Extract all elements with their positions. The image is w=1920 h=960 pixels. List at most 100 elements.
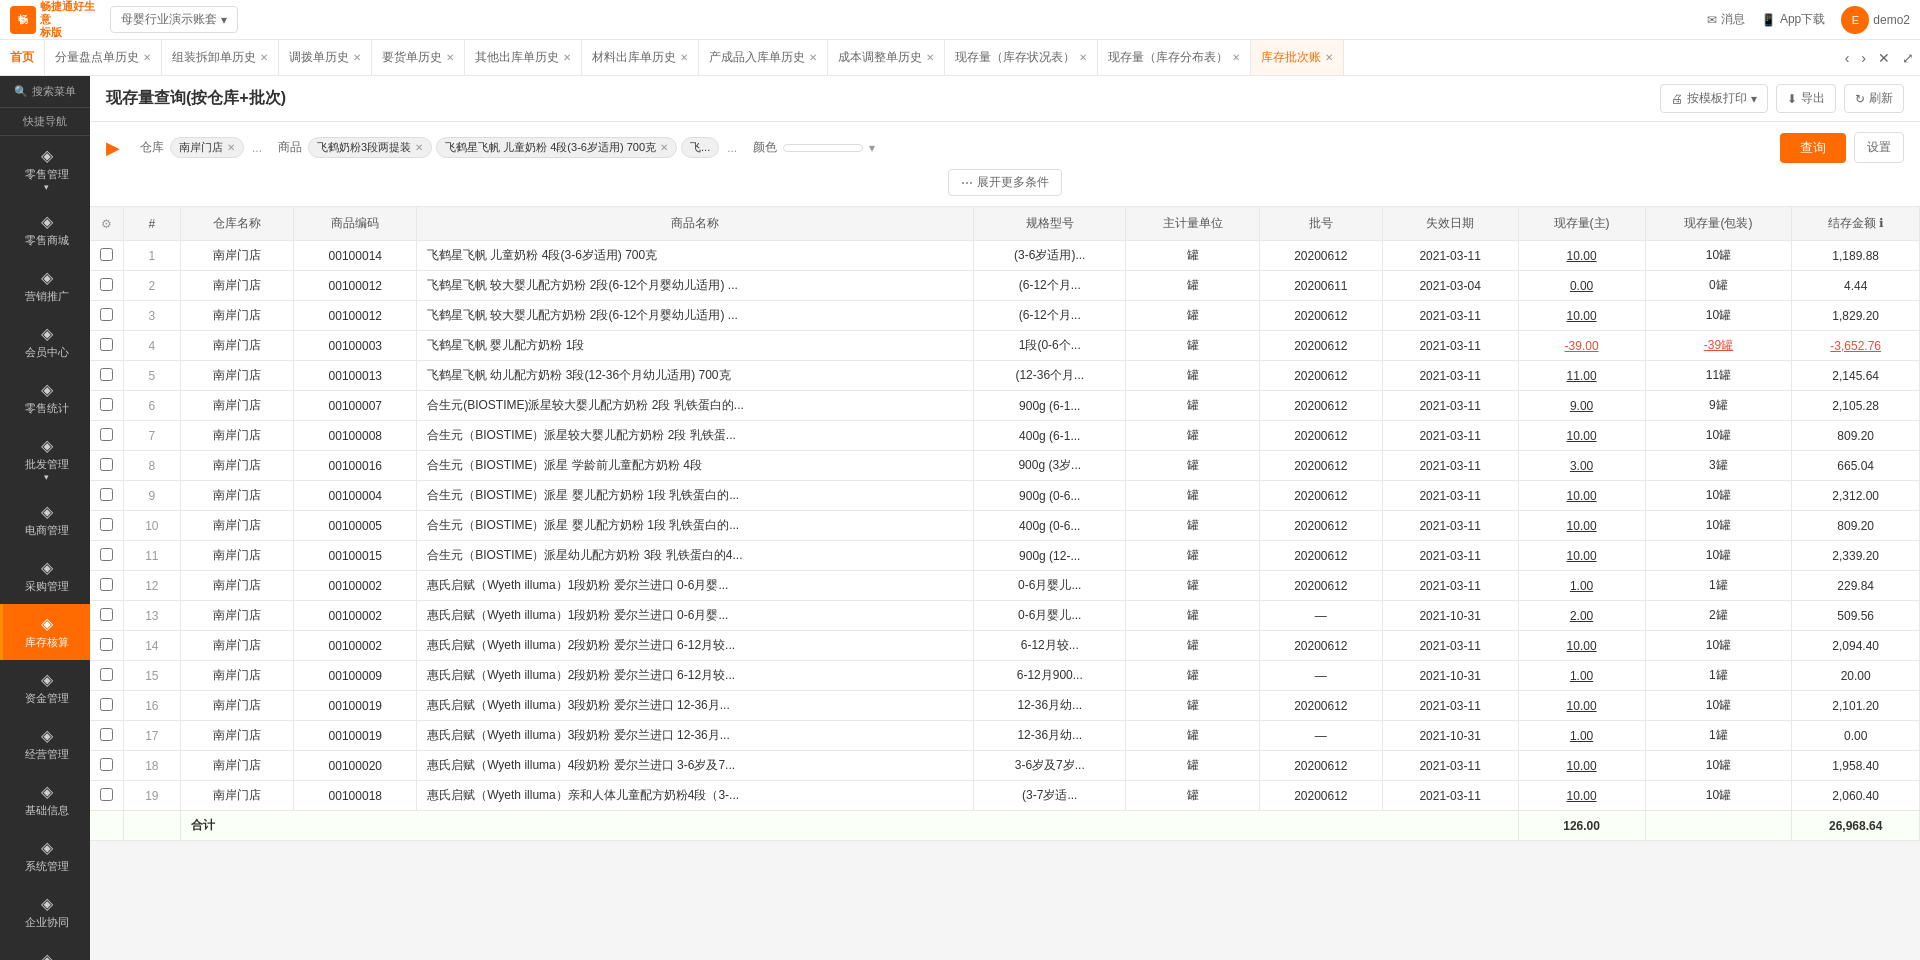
row-checkbox-14[interactable] [100, 668, 113, 681]
nav-tab-5[interactable]: 其他出库单历史✕ [465, 40, 582, 76]
cell-checkbox-17[interactable] [90, 751, 124, 781]
sidebar-item-14[interactable]: ◈ 新手引导 [0, 940, 90, 960]
cell-stock-main-17[interactable]: 10.00 [1518, 751, 1645, 781]
goods-tag-2[interactable]: 飞... [681, 137, 719, 158]
sidebar-item-8[interactable]: ◈ 库存核算 [0, 604, 90, 660]
sidebar-item-9[interactable]: ◈ 资金管理 [0, 660, 90, 716]
row-checkbox-8[interactable] [100, 488, 113, 501]
row-checkbox-15[interactable] [100, 698, 113, 711]
row-checkbox-5[interactable] [100, 398, 113, 411]
cell-checkbox-10[interactable] [90, 541, 124, 571]
nav-tab-close-4[interactable]: ✕ [446, 52, 454, 63]
sidebar-search[interactable]: 🔍 搜索菜单 [0, 76, 90, 108]
cell-checkbox-16[interactable] [90, 721, 124, 751]
cell-stock-main-10[interactable]: 10.00 [1518, 541, 1645, 571]
cell-checkbox-11[interactable] [90, 571, 124, 601]
goods-more-dots[interactable]: ... [723, 141, 741, 155]
nav-tab-close-9[interactable]: ✕ [1079, 52, 1087, 63]
cell-stock-main-3[interactable]: -39.00 [1518, 331, 1645, 361]
nav-tab-close-11[interactable]: ✕ [1325, 52, 1333, 63]
cell-stock-main-9[interactable]: 10.00 [1518, 511, 1645, 541]
row-checkbox-0[interactable] [100, 248, 113, 261]
sidebar-item-2[interactable]: ◈ 营销推广 [0, 258, 90, 314]
cell-checkbox-5[interactable] [90, 391, 124, 421]
cell-stock-main-12[interactable]: 2.00 [1518, 601, 1645, 631]
cell-checkbox-18[interactable] [90, 781, 124, 811]
setting-button[interactable]: 设置 [1854, 132, 1904, 163]
row-checkbox-10[interactable] [100, 548, 113, 561]
nav-tab-11[interactable]: 库存批次账✕ [1251, 40, 1344, 76]
cell-checkbox-15[interactable] [90, 691, 124, 721]
cell-checkbox-4[interactable] [90, 361, 124, 391]
nav-close-all[interactable]: ✕ [1872, 50, 1896, 66]
refresh-button[interactable]: ↻ 刷新 [1844, 84, 1904, 113]
cell-stock-main-13[interactable]: 10.00 [1518, 631, 1645, 661]
row-checkbox-3[interactable] [100, 338, 113, 351]
nav-tab-close-6[interactable]: ✕ [680, 52, 688, 63]
row-checkbox-2[interactable] [100, 308, 113, 321]
sidebar-item-0[interactable]: ◈ 零售管理 ▾ [0, 136, 90, 202]
row-checkbox-12[interactable] [100, 608, 113, 621]
nav-tab-9[interactable]: 现存量（库存状况表）✕ [945, 40, 1098, 76]
cell-stock-main-16[interactable]: 1.00 [1518, 721, 1645, 751]
nav-tab-close-2[interactable]: ✕ [260, 52, 268, 63]
sidebar-item-11[interactable]: ◈ 基础信息 [0, 772, 90, 828]
nav-tab-close-1[interactable]: ✕ [143, 52, 151, 63]
row-checkbox-4[interactable] [100, 368, 113, 381]
row-checkbox-17[interactable] [100, 758, 113, 771]
row-checkbox-11[interactable] [100, 578, 113, 591]
cell-checkbox-1[interactable] [90, 271, 124, 301]
sidebar-item-7[interactable]: ◈ 采购管理 [0, 548, 90, 604]
user-menu[interactable]: E demo2 [1841, 6, 1910, 34]
nav-tab-close-5[interactable]: ✕ [563, 52, 571, 63]
cell-stock-main-14[interactable]: 1.00 [1518, 661, 1645, 691]
row-checkbox-13[interactable] [100, 638, 113, 651]
cell-checkbox-12[interactable] [90, 601, 124, 631]
cell-checkbox-8[interactable] [90, 481, 124, 511]
nav-left-arrow[interactable]: ‹ [1839, 50, 1856, 66]
cell-stock-main-5[interactable]: 9.00 [1518, 391, 1645, 421]
app-download-btn[interactable]: 📱 App下载 [1761, 11, 1825, 28]
nav-tab-2[interactable]: 组装拆卸单历史✕ [162, 40, 279, 76]
workspace-selector[interactable]: 母婴行业演示账套 ▾ [110, 6, 238, 33]
collapse-arrow[interactable]: ▶ [106, 137, 120, 159]
sidebar-item-12[interactable]: ◈ 系统管理 [0, 828, 90, 884]
color-input[interactable] [783, 144, 863, 152]
sidebar-item-10[interactable]: ◈ 经营管理 [0, 716, 90, 772]
nav-tab-7[interactable]: 产成品入库单历史✕ [699, 40, 828, 76]
warehouse-tag-0[interactable]: 南岸门店 ✕ [170, 137, 244, 158]
row-checkbox-18[interactable] [100, 788, 113, 801]
export-button[interactable]: ⬇ 导出 [1776, 84, 1836, 113]
cell-checkbox-7[interactable] [90, 451, 124, 481]
message-btn[interactable]: ✉ 消息 [1707, 11, 1745, 28]
row-checkbox-16[interactable] [100, 728, 113, 741]
col-settings[interactable]: ⚙ [90, 207, 124, 241]
sidebar-item-4[interactable]: ◈ 零售统计 [0, 370, 90, 426]
color-dropdown-arrow[interactable]: ▾ [869, 141, 875, 155]
warehouse-more-dots[interactable]: ... [248, 141, 266, 155]
warehouse-tag-remove-0[interactable]: ✕ [227, 142, 235, 153]
goods-tag-1[interactable]: 飞鹤星飞帆 儿童奶粉 4段(3-6岁适用) 700克 ✕ [436, 137, 677, 158]
nav-tab-6[interactable]: 材料出库单历史✕ [582, 40, 699, 76]
row-checkbox-7[interactable] [100, 458, 113, 471]
nav-tab-1[interactable]: 分量盘点单历史✕ [45, 40, 162, 76]
nav-tab-3[interactable]: 调拨单历史✕ [279, 40, 372, 76]
nav-tab-4[interactable]: 要货单历史✕ [372, 40, 465, 76]
cell-checkbox-0[interactable] [90, 241, 124, 271]
row-checkbox-6[interactable] [100, 428, 113, 441]
sidebar-item-5[interactable]: ◈ 批发管理 ▾ [0, 426, 90, 492]
nav-fullscreen[interactable]: ⤢ [1896, 50, 1920, 66]
cell-stock-main-2[interactable]: 10.00 [1518, 301, 1645, 331]
cell-checkbox-13[interactable] [90, 631, 124, 661]
goods-tag-0[interactable]: 飞鹤奶粉3段两提装 ✕ [308, 137, 432, 158]
cell-stock-main-11[interactable]: 1.00 [1518, 571, 1645, 601]
nav-right-arrow[interactable]: › [1855, 50, 1872, 66]
cell-stock-main-4[interactable]: 11.00 [1518, 361, 1645, 391]
row-checkbox-1[interactable] [100, 278, 113, 291]
goods-tag-remove-0[interactable]: ✕ [415, 142, 423, 153]
cell-checkbox-2[interactable] [90, 301, 124, 331]
cell-checkbox-6[interactable] [90, 421, 124, 451]
nav-tab-close-10[interactable]: ✕ [1232, 52, 1240, 63]
sidebar-item-3[interactable]: ◈ 会员中心 [0, 314, 90, 370]
cell-stock-main-0[interactable]: 10.00 [1518, 241, 1645, 271]
